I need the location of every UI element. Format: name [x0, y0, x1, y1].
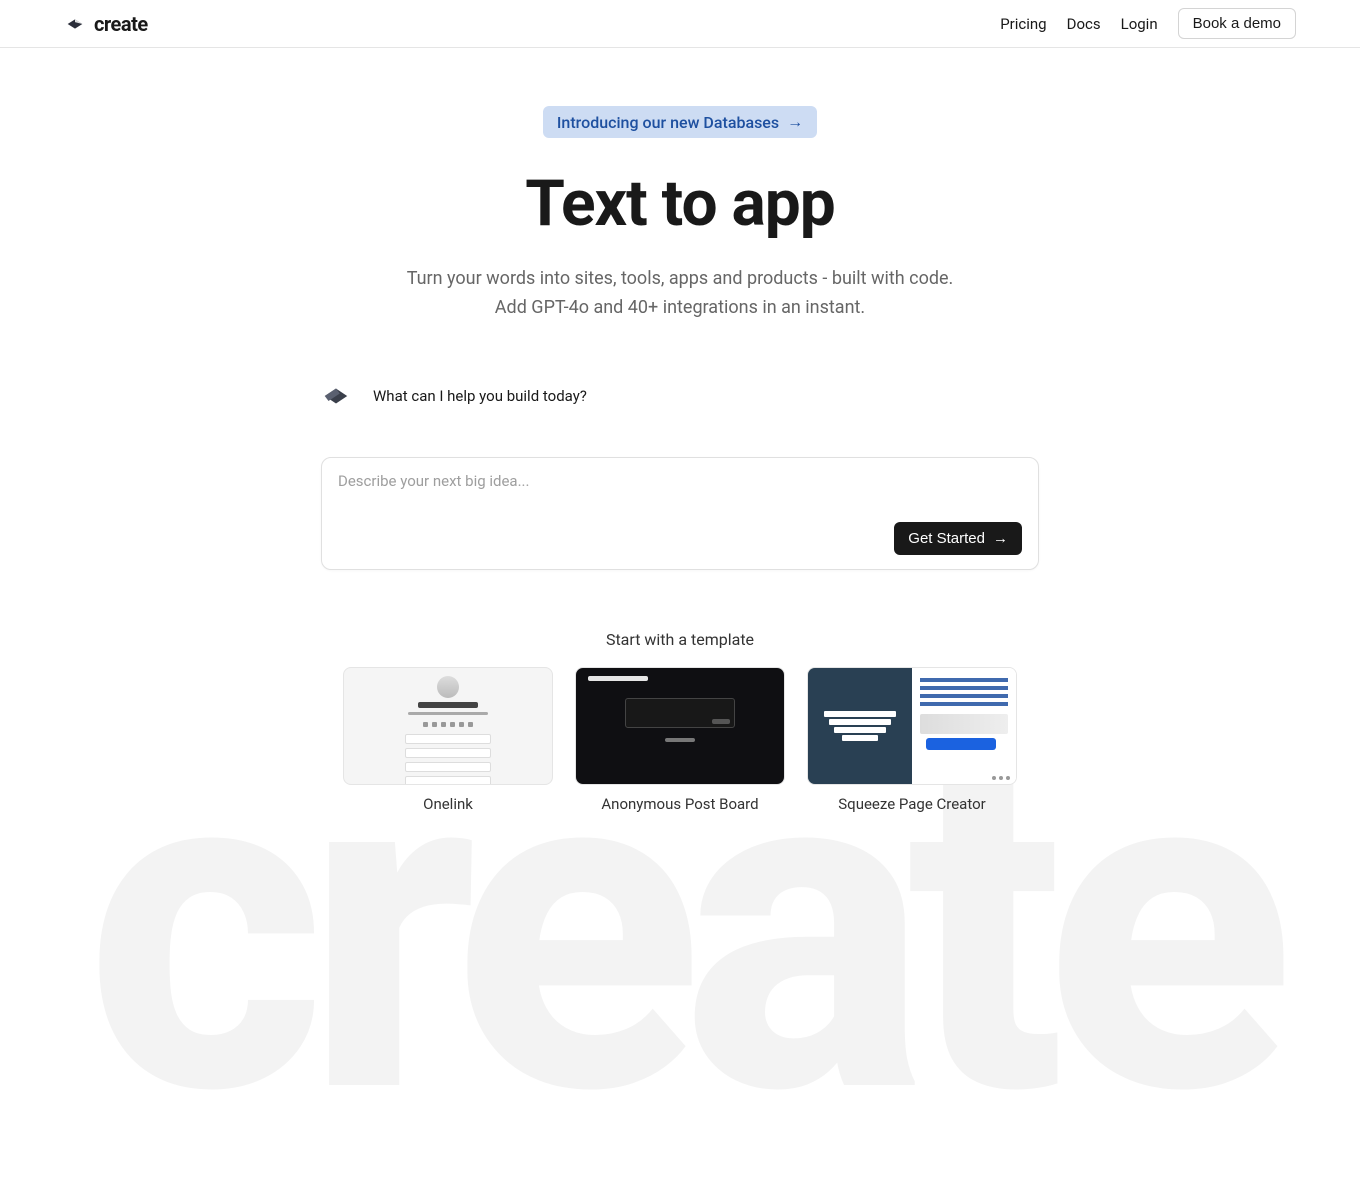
templates-row: Onelink Anonymous Post Board: [343, 667, 1017, 813]
hero: Introducing our new Databases → Text to …: [0, 48, 1360, 813]
arrow-right-icon: →: [787, 112, 803, 132]
subtitle: Turn your words into sites, tools, apps …: [407, 265, 954, 323]
get-started-label: Get Started: [908, 530, 985, 547]
nav-pricing[interactable]: Pricing: [1000, 15, 1046, 33]
idea-textarea[interactable]: [338, 472, 1022, 508]
templates-heading: Start with a template: [606, 630, 754, 649]
template-card-squeeze-page-creator[interactable]: Squeeze Page Creator: [807, 667, 1017, 813]
template-thumbnail: [575, 667, 785, 785]
template-card-onelink[interactable]: Onelink: [343, 667, 553, 813]
book-demo-button[interactable]: Book a demo: [1178, 8, 1296, 39]
subtitle-line-1: Turn your words into sites, tools, apps …: [407, 265, 954, 294]
template-name: Squeeze Page Creator: [838, 795, 985, 813]
template-card-anonymous-post-board[interactable]: Anonymous Post Board: [575, 667, 785, 813]
header: create Pricing Docs Login Book a demo: [0, 0, 1360, 48]
page-title: Text to app: [525, 166, 835, 241]
prompt-greeting-row: What can I help you build today?: [321, 381, 1039, 411]
input-actions: Get Started →: [338, 522, 1022, 555]
assistant-icon: [321, 381, 351, 411]
template-thumbnail: [343, 667, 553, 785]
prompt-greeting: What can I help you build today?: [373, 387, 587, 405]
nav-docs[interactable]: Docs: [1067, 15, 1101, 33]
get-started-button[interactable]: Get Started →: [894, 522, 1022, 555]
template-name: Anonymous Post Board: [601, 795, 758, 813]
logo-icon: [64, 13, 86, 35]
logo-text: create: [94, 12, 148, 36]
logo[interactable]: create: [64, 12, 148, 36]
arrow-right-icon: →: [993, 530, 1008, 547]
template-name: Onelink: [423, 795, 473, 813]
idea-input-box: Get Started →: [321, 457, 1039, 570]
nav: Pricing Docs Login Book a demo: [1000, 8, 1296, 39]
template-thumbnail: [807, 667, 1017, 785]
nav-login[interactable]: Login: [1121, 15, 1158, 33]
announcement-text: Introducing our new Databases: [557, 113, 779, 132]
announcement-banner[interactable]: Introducing our new Databases →: [543, 106, 817, 138]
subtitle-line-2: Add GPT-4o and 40+ integrations in an in…: [407, 294, 954, 323]
